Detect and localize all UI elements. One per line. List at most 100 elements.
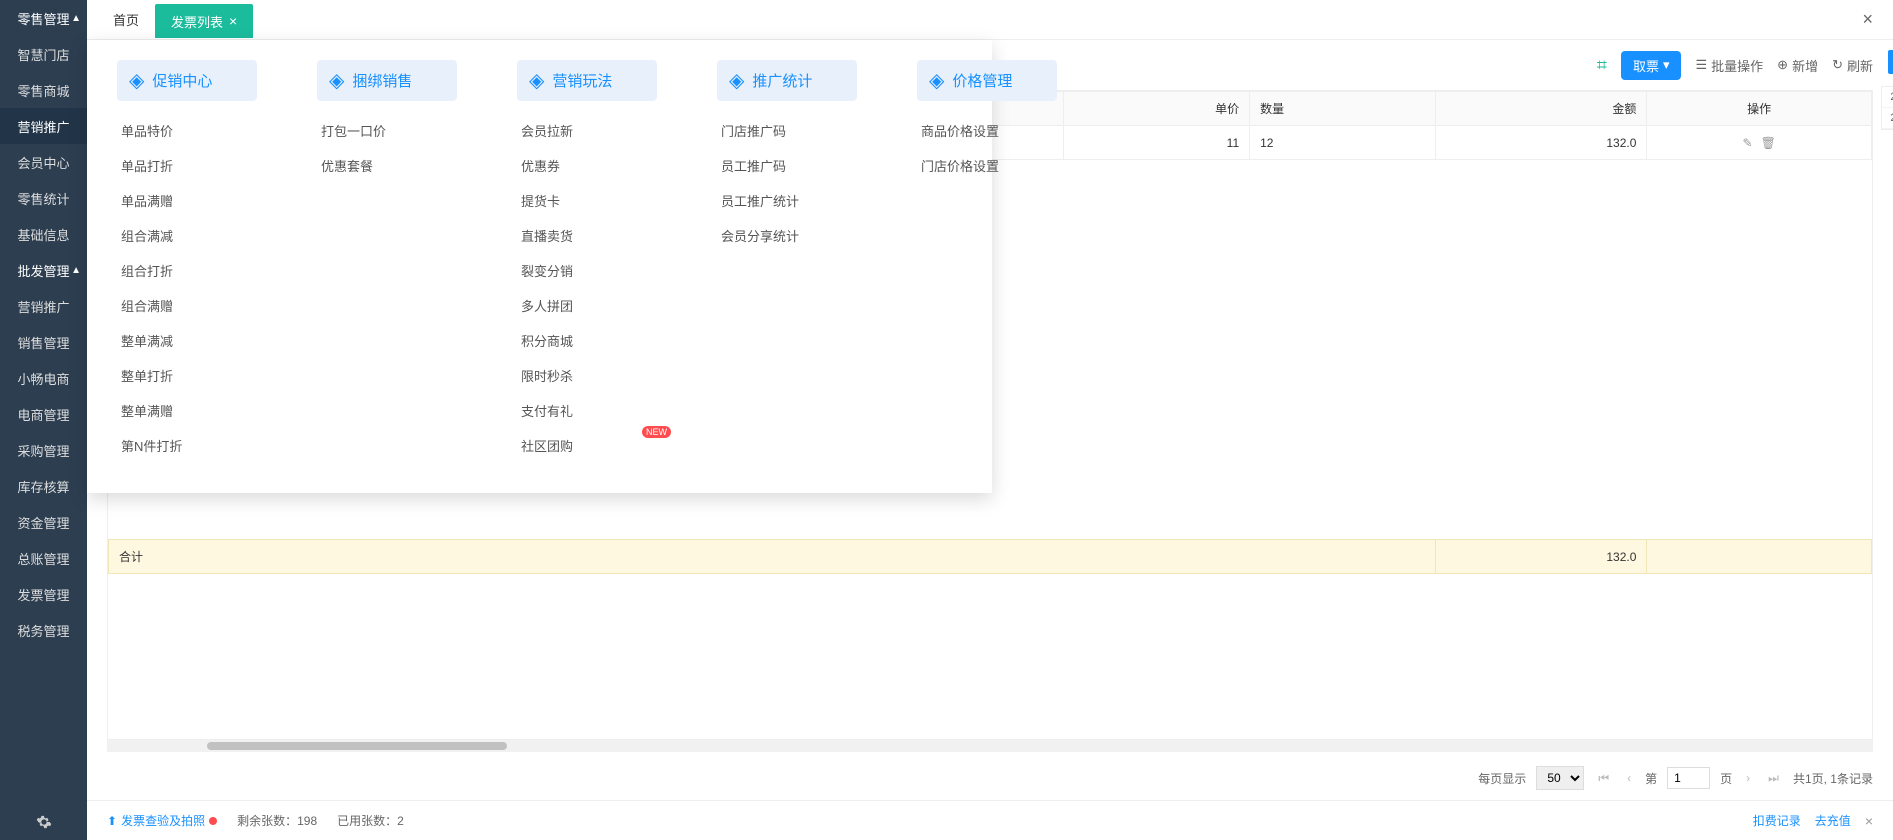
notification-dot bbox=[209, 817, 217, 825]
sidebar-item[interactable]: 批发管理▲ bbox=[0, 252, 87, 288]
mega-item[interactable]: 组合满减 bbox=[117, 218, 257, 253]
sidebar-item[interactable]: 小畅电商 bbox=[0, 360, 87, 396]
mega-item[interactable]: 多人拼团 bbox=[517, 288, 657, 323]
category-icon: ◈ bbox=[929, 68, 944, 93]
tab-home[interactable]: 首页 bbox=[97, 0, 155, 40]
mega-item[interactable]: 提货卡 bbox=[517, 183, 657, 218]
settings-gear[interactable] bbox=[0, 804, 87, 840]
tab-invoice-list[interactable]: 发票列表 × bbox=[155, 4, 253, 38]
category-icon: ◈ bbox=[329, 68, 344, 93]
mega-item[interactable]: 优惠套餐 bbox=[317, 148, 457, 183]
mega-item[interactable]: 会员分享统计 bbox=[717, 218, 857, 253]
gear-icon bbox=[36, 814, 52, 830]
mega-category-header[interactable]: ◈促销中心 bbox=[117, 60, 257, 101]
summary-row: 合计 132.0 bbox=[109, 540, 1872, 574]
chevron-down-icon: ▾ bbox=[1663, 57, 1670, 73]
mega-item[interactable]: 组合打折 bbox=[117, 253, 257, 288]
col-price[interactable]: 单价 bbox=[1063, 92, 1249, 126]
mega-item[interactable]: 单品满赠 bbox=[117, 183, 257, 218]
category-icon: ◈ bbox=[529, 68, 544, 93]
col-qty[interactable]: 数量 bbox=[1250, 92, 1436, 126]
mega-item[interactable]: 员工推广码 bbox=[717, 148, 857, 183]
mega-item[interactable]: 裂变分销 bbox=[517, 253, 657, 288]
mega-item[interactable]: 整单满减 bbox=[117, 323, 257, 358]
page-prev[interactable]: ‹ bbox=[1623, 771, 1635, 785]
mega-item[interactable]: 整单打折 bbox=[117, 358, 257, 393]
sidebar-item[interactable]: 智慧门店 bbox=[0, 36, 87, 72]
sidebar-item[interactable]: 营销推广 bbox=[0, 288, 87, 324]
recharge-link[interactable]: 去充值 bbox=[1815, 812, 1851, 829]
batch-operate-button[interactable]: ☰ 批量操作 bbox=[1695, 56, 1763, 75]
sidebar-item[interactable]: 发票管理 bbox=[0, 576, 87, 612]
category-icon: ◈ bbox=[729, 68, 744, 93]
mega-category-header[interactable]: ◈营销玩法 bbox=[517, 60, 657, 101]
page-input[interactable] bbox=[1667, 767, 1710, 789]
sidebar: 零售管理▲智慧门店零售商城营销推广会员中心零售统计基础信息批发管理▲营销推广销售… bbox=[0, 0, 87, 840]
deduct-log-link[interactable]: 扣费记录 bbox=[1753, 812, 1801, 829]
mega-item[interactable]: 整单满赠 bbox=[117, 393, 257, 428]
sidebar-item[interactable]: 会员中心 bbox=[0, 144, 87, 180]
page-last[interactable]: ⏭ bbox=[1764, 771, 1783, 786]
mega-item[interactable]: 商品价格设置 bbox=[917, 113, 1057, 148]
mega-category-header[interactable]: ◈推广统计 bbox=[717, 60, 857, 101]
mega-menu: ◈促销中心单品特价单品打折单品满赠组合满减组合打折组合满赠整单满减整单打折整单满… bbox=[87, 40, 992, 493]
per-page-select[interactable]: 50 bbox=[1536, 766, 1584, 790]
sidebar-item[interactable]: 采购管理 bbox=[0, 432, 87, 468]
edit-icon[interactable]: ✎ bbox=[1743, 136, 1753, 150]
horizontal-scrollbar[interactable] bbox=[107, 740, 1873, 752]
page-next[interactable]: › bbox=[1742, 771, 1754, 785]
sidebar-item[interactable]: 零售管理▲ bbox=[0, 0, 87, 36]
add-button[interactable]: ⊕ 新增 bbox=[1777, 56, 1818, 75]
date-cell[interactable]: 2022.0 bbox=[1882, 108, 1893, 129]
mega-category-header[interactable]: ◈价格管理 bbox=[917, 60, 1057, 101]
tabs-close-all[interactable]: × bbox=[1852, 9, 1883, 30]
mega-item[interactable]: 打包一口价 bbox=[317, 113, 457, 148]
mega-item[interactable]: 支付有礼 bbox=[517, 393, 657, 428]
delete-icon[interactable]: 🗑 bbox=[1761, 136, 1776, 150]
mega-item[interactable]: 单品特价 bbox=[117, 113, 257, 148]
qr-icon[interactable]: ⌗ bbox=[1597, 55, 1607, 76]
mega-item[interactable]: 优惠券 bbox=[517, 148, 657, 183]
sidebar-item[interactable]: 营销推广 bbox=[0, 108, 87, 144]
mega-item[interactable]: 第N件打折 bbox=[117, 428, 257, 463]
tab-label: 发票列表 bbox=[171, 12, 223, 31]
sidebar-item[interactable]: 库存核算 bbox=[0, 468, 87, 504]
mega-item[interactable]: 直播卖货 bbox=[517, 218, 657, 253]
tab-bar: 首页 发票列表 × × bbox=[87, 0, 1893, 40]
mega-item[interactable]: 社区团购 bbox=[517, 428, 657, 463]
mega-item[interactable]: 门店价格设置 bbox=[917, 148, 1057, 183]
mega-item[interactable]: 会员拉新 bbox=[517, 113, 657, 148]
mega-item[interactable]: 限时秒杀 bbox=[517, 358, 657, 393]
footer-bar: ⬆ 发票查验及拍照 剩余张数：198 已用张数：2 扣费记录 去充值 × bbox=[87, 800, 1893, 840]
invoice-date-button[interactable]: 开票日 bbox=[1888, 50, 1893, 74]
mega-item[interactable]: 组合满赠 bbox=[117, 288, 257, 323]
sidebar-item[interactable]: 总账管理 bbox=[0, 540, 87, 576]
sidebar-item[interactable]: 零售统计 bbox=[0, 180, 87, 216]
invoice-check-link[interactable]: ⬆ 发票查验及拍照 bbox=[107, 812, 217, 829]
refresh-icon: ↻ bbox=[1832, 57, 1843, 73]
sidebar-item[interactable]: 零售商城 bbox=[0, 72, 87, 108]
mega-item[interactable]: 积分商城 bbox=[517, 323, 657, 358]
date-cell[interactable]: 2022.0 bbox=[1882, 87, 1893, 108]
col-action: 操作 bbox=[1647, 92, 1872, 126]
sidebar-item[interactable]: 税务管理 bbox=[0, 612, 87, 648]
plus-icon: ⊕ bbox=[1777, 57, 1788, 73]
chevron-up-icon: ▲ bbox=[71, 265, 81, 276]
sidebar-item[interactable]: 基础信息 bbox=[0, 216, 87, 252]
refresh-button[interactable]: ↻ 刷新 bbox=[1832, 56, 1873, 75]
footer-close-icon[interactable]: × bbox=[1865, 813, 1873, 829]
col-amount[interactable]: 金额 bbox=[1436, 92, 1647, 126]
mega-item[interactable]: 门店推广码 bbox=[717, 113, 857, 148]
page-first[interactable]: ⏮ bbox=[1594, 771, 1613, 786]
sidebar-item[interactable]: 资金管理 bbox=[0, 504, 87, 540]
mega-item[interactable]: 单品打折 bbox=[117, 148, 257, 183]
list-icon: ☰ bbox=[1695, 57, 1707, 73]
mega-item[interactable]: 员工推广统计 bbox=[717, 183, 857, 218]
close-icon[interactable]: × bbox=[229, 13, 237, 29]
category-icon: ◈ bbox=[129, 68, 144, 93]
chevron-up-icon: ▲ bbox=[71, 13, 81, 24]
sidebar-item[interactable]: 电商管理 bbox=[0, 396, 87, 432]
mega-category-header[interactable]: ◈捆绑销售 bbox=[317, 60, 457, 101]
get-invoice-button[interactable]: 取票 ▾ bbox=[1621, 51, 1682, 80]
sidebar-item[interactable]: 销售管理 bbox=[0, 324, 87, 360]
